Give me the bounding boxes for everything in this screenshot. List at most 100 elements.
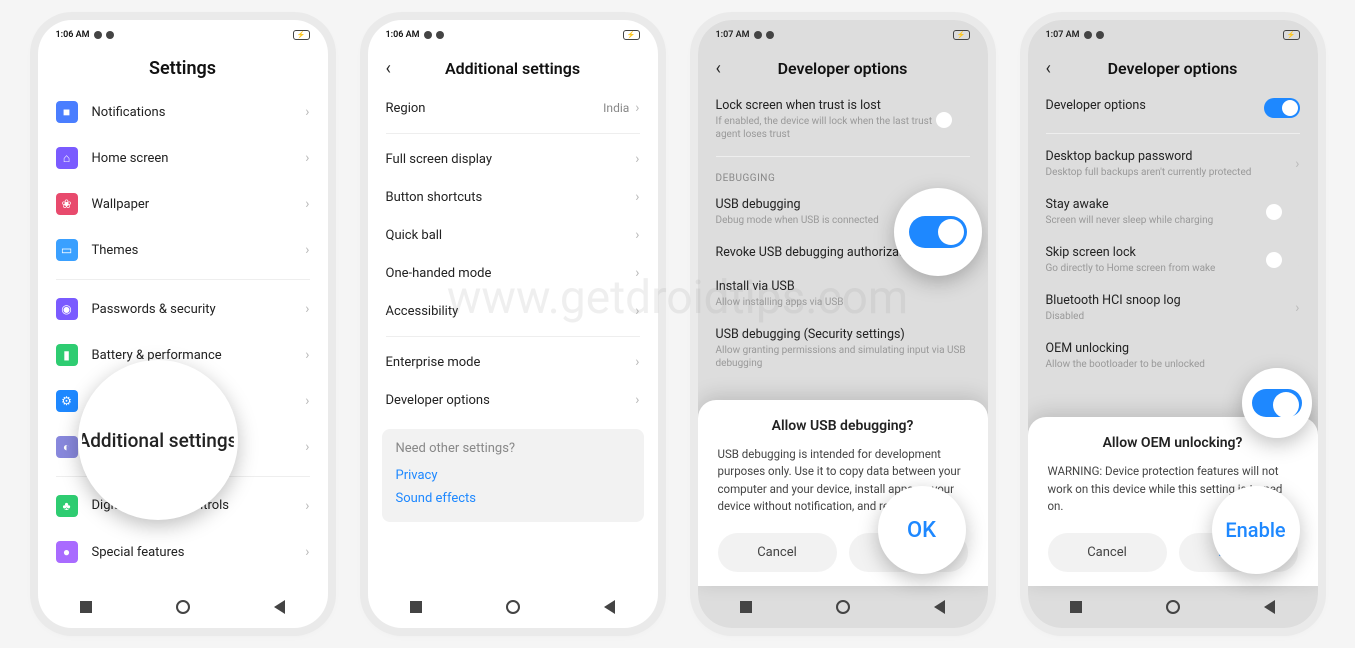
chevron-right-icon: ›: [635, 303, 639, 319]
row-wallpaper[interactable]: ❀Wallpaper›: [52, 181, 314, 227]
status-time: 1:06 AM: [56, 30, 90, 40]
nav-home[interactable]: [836, 600, 850, 614]
cancel-button[interactable]: Cancel: [1048, 533, 1167, 572]
toggle-developer-options[interactable]: [1264, 98, 1300, 118]
row-button-shortcuts[interactable]: Button shortcuts›: [382, 178, 644, 216]
nav-back[interactable]: [274, 600, 285, 614]
wellbeing-icon: ♣: [56, 495, 78, 517]
chevron-right-icon: ›: [305, 301, 309, 317]
row-label: Region: [386, 101, 604, 116]
row-quick-ball[interactable]: Quick ball›: [382, 216, 644, 254]
row-special-features[interactable]: ●Special features›: [52, 529, 314, 575]
row-label: Home screen: [92, 151, 306, 166]
security-icon: ◉: [56, 298, 78, 320]
page-title: Developer options: [1066, 59, 1280, 78]
status-dot-icon: [1096, 31, 1104, 39]
row-one-handed-mode[interactable]: One-handed mode›: [382, 254, 644, 292]
status-dot-icon: [106, 31, 114, 39]
cancel-button[interactable]: Cancel: [718, 533, 837, 572]
header: ‹ Additional settings: [368, 44, 658, 89]
divider: [1046, 133, 1300, 134]
chevron-right-icon: ›: [305, 347, 309, 363]
row-label: Install via USB: [716, 279, 970, 294]
hint-box: Need other settings? Privacy Sound effec…: [382, 429, 644, 522]
row-label: Themes: [92, 243, 306, 258]
row-accessibility[interactable]: Accessibility›: [382, 292, 644, 330]
chevron-right-icon: ›: [305, 242, 309, 258]
toggle-lock-trust[interactable]: [934, 110, 970, 130]
row-developer-options-toggle[interactable]: Developer options: [1042, 89, 1304, 127]
row-label: Button shortcuts: [386, 190, 636, 205]
divider: [56, 279, 310, 280]
status-bar: 1:07 AM ⚡: [698, 20, 988, 44]
toggle-usb-debugging[interactable]: [909, 216, 967, 248]
link-privacy[interactable]: Privacy: [396, 464, 630, 487]
nav-home[interactable]: [1166, 600, 1180, 614]
status-time: 1:07 AM: [1046, 30, 1080, 40]
row-sub: Allow the bootloader to be unlocked: [1046, 358, 1300, 371]
globe-icon: ◐: [56, 436, 78, 458]
divider: [716, 156, 970, 157]
toggle-skip-lock[interactable]: [1264, 250, 1300, 270]
magnify-label: Additional settings: [78, 429, 238, 452]
toggle-stay-awake[interactable]: [1264, 202, 1300, 222]
row-developer-options[interactable]: Developer options›: [382, 381, 644, 419]
row-sub: Allow granting permissions and simulatin…: [716, 344, 970, 370]
link-sound-effects[interactable]: Sound effects: [396, 487, 630, 510]
row-full-screen-display[interactable]: Full screen display›: [382, 140, 644, 178]
back-button[interactable]: ‹: [1046, 58, 1066, 79]
back-button[interactable]: ‹: [716, 58, 736, 79]
status-dot-icon: [1084, 31, 1092, 39]
page-title: Additional settings: [406, 59, 620, 78]
chevron-right-icon: ›: [305, 150, 309, 166]
row-label: Developer options: [1046, 98, 1264, 113]
back-button[interactable]: ‹: [386, 58, 406, 79]
row-themes[interactable]: ▭Themes›: [52, 227, 314, 273]
nav-back[interactable]: [604, 600, 615, 614]
magnify-oem-toggle: [1242, 368, 1312, 438]
row-label: Skip screen lock: [1046, 245, 1264, 260]
row-skip-lock[interactable]: Skip screen lockGo directly to Home scre…: [1042, 236, 1304, 284]
nav-home[interactable]: [506, 600, 520, 614]
phone-settings: 1:06 AM ⚡ Settings ■Notifications› ⌂Home…: [38, 20, 328, 628]
nav-recents[interactable]: [410, 601, 422, 613]
row-label: Notifications: [92, 105, 306, 120]
row-region[interactable]: RegionIndia›: [382, 89, 644, 127]
chevron-right-icon: ›: [635, 392, 639, 408]
magnify-enable: Enable: [1212, 486, 1300, 574]
dialog-title: Allow OEM unlocking?: [1048, 435, 1298, 451]
row-lock-trust[interactable]: Lock screen when trust is lost If enabled…: [712, 89, 974, 150]
header: Settings: [38, 44, 328, 89]
row-enterprise-mode[interactable]: Enterprise mode›: [382, 343, 644, 381]
row-label: Lock screen when trust is lost: [716, 98, 934, 113]
row-sub: If enabled, the device will lock when th…: [716, 115, 934, 141]
row-usb-security[interactable]: USB debugging (Security settings)Allow g…: [712, 318, 974, 379]
row-home-screen[interactable]: ⌂Home screen›: [52, 135, 314, 181]
chevron-right-icon: ›: [1295, 156, 1299, 172]
row-install-usb[interactable]: Install via USBAllow installing apps via…: [712, 270, 974, 318]
battery-icon: ⚡: [1283, 30, 1300, 40]
row-notifications[interactable]: ■Notifications›: [52, 89, 314, 135]
battery-icon: ⚡: [623, 30, 640, 40]
nav-back[interactable]: [1264, 600, 1275, 614]
nav-recents[interactable]: [1070, 601, 1082, 613]
row-passwords-security[interactable]: ◉Passwords & security›: [52, 286, 314, 332]
row-value: India: [603, 101, 629, 115]
nav-recents[interactable]: [80, 601, 92, 613]
row-stay-awake[interactable]: Stay awakeScreen will never sleep while …: [1042, 188, 1304, 236]
dialog-title: Allow USB debugging?: [718, 418, 968, 434]
chevron-right-icon: ›: [305, 104, 309, 120]
toggle-oem-unlocking[interactable]: [1252, 389, 1302, 417]
divider: [386, 336, 640, 337]
nav-recents[interactable]: [740, 601, 752, 613]
row-label: Full screen display: [386, 152, 636, 167]
row-label: Desktop backup password: [1046, 149, 1296, 164]
row-bt-snoop[interactable]: Bluetooth HCI snoop logDisabled ›: [1042, 284, 1304, 332]
nav-back[interactable]: [934, 600, 945, 614]
gear-icon: ⚙: [56, 390, 78, 412]
row-label: Developer options: [386, 393, 636, 408]
row-desktop-backup[interactable]: Desktop backup passwordDesktop full back…: [1042, 140, 1304, 188]
nav-home[interactable]: [176, 600, 190, 614]
row-label: Quick ball: [386, 228, 636, 243]
magnify-ok: OK: [878, 486, 966, 574]
